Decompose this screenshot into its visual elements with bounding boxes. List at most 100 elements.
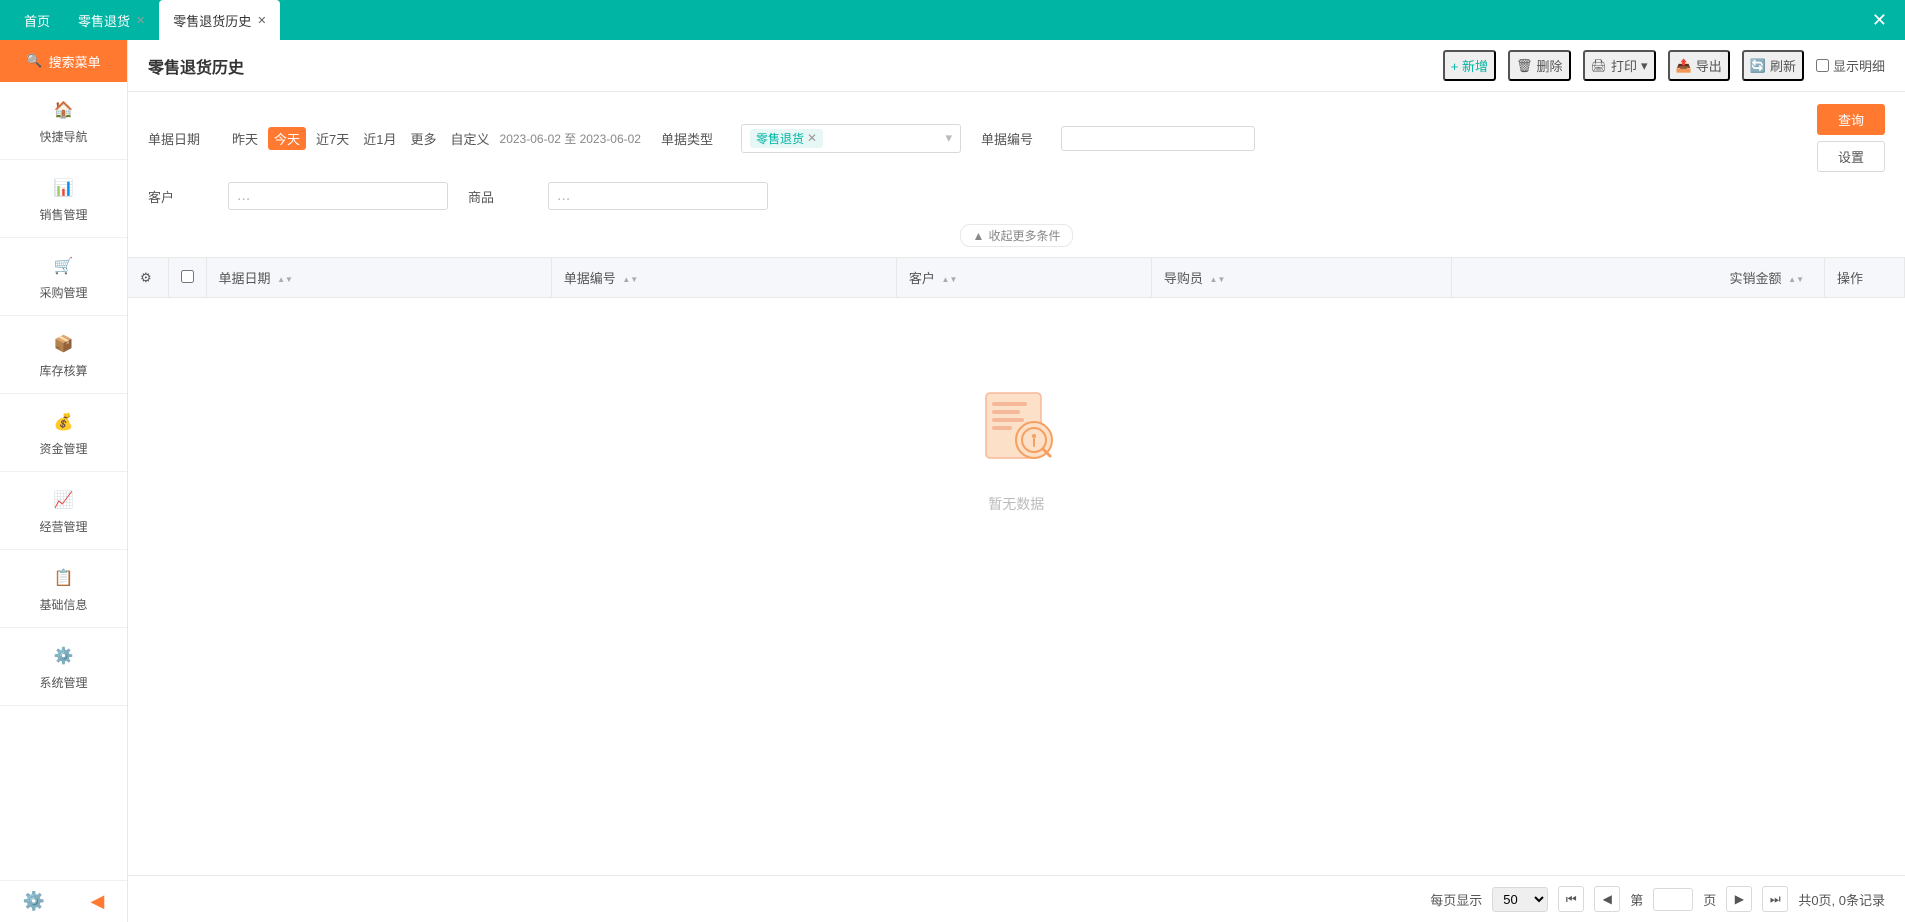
sidebar-item-label: 销售管理 bbox=[39, 206, 87, 223]
basic-info-icon: 📋 bbox=[50, 564, 78, 592]
date-option-today[interactable]: 今天 bbox=[268, 127, 306, 150]
sidebar-item-inventory[interactable]: 📦 库存核算 bbox=[0, 316, 127, 394]
type-filter-select[interactable]: 零售退货 ✕ ▾ bbox=[741, 124, 961, 153]
operations-icon: 📈 bbox=[50, 486, 78, 514]
settings-bottom-icon[interactable]: ⚙️ bbox=[23, 891, 45, 912]
th-actions: 操作 bbox=[1825, 258, 1905, 298]
sidebar-item-quick-nav[interactable]: 🏠 快捷导航 bbox=[0, 82, 127, 160]
refresh-icon: 🔄 bbox=[1750, 58, 1766, 74]
finance-icon: 💰 bbox=[50, 408, 78, 436]
data-table: ⚙ 单据日期 ▲▼ 单据编号 ▲▼ bbox=[128, 258, 1905, 594]
date-option-7days[interactable]: 近7天 bbox=[312, 127, 353, 150]
show-detail-checkbox[interactable] bbox=[1816, 59, 1829, 72]
page-size-select[interactable]: 20 50 100 200 bbox=[1492, 887, 1548, 912]
refresh-label: 刷新 bbox=[1770, 56, 1796, 75]
page-next-button[interactable]: ▶ bbox=[1726, 886, 1752, 912]
current-page-input[interactable]: 1 bbox=[1653, 888, 1693, 911]
sidebar-item-label: 基础信息 bbox=[39, 596, 87, 613]
tab-retail-return-history[interactable]: 零售退货历史 ✕ bbox=[159, 0, 280, 40]
sidebar-item-basic-info[interactable]: 📋 基础信息 bbox=[0, 550, 127, 628]
sidebar-search[interactable]: 🔍 搜索菜单 bbox=[0, 40, 127, 82]
page-header: 零售退货历史 + 新增 🗑 删除 🖨 打印 ▾ 📤 导出 🔄 bbox=[128, 40, 1905, 92]
table-header-row: ⚙ 单据日期 ▲▼ 单据编号 ▲▼ bbox=[128, 258, 1905, 298]
collapse-label: 收起更多条件 bbox=[988, 227, 1060, 244]
sidebar: 🔍 搜索菜单 🏠 快捷导航 📊 销售管理 🛒 采购管理 📦 库存核算 💰 资金管… bbox=[0, 40, 128, 922]
tab-retail-return-label: 零售退货 bbox=[78, 11, 130, 30]
delete-icon: 🗑 bbox=[1516, 58, 1533, 74]
date-option-more[interactable]: 更多 bbox=[407, 127, 441, 150]
tab-retail-return-history-close[interactable]: ✕ bbox=[257, 14, 266, 27]
select-all-checkbox[interactable] bbox=[181, 270, 194, 283]
goods-dots: ... bbox=[557, 187, 570, 205]
date-option-1month[interactable]: 近1月 bbox=[359, 127, 400, 150]
th-number[interactable]: 单据编号 ▲▼ bbox=[551, 258, 896, 298]
show-detail-checkbox-label[interactable]: 显示明细 bbox=[1816, 56, 1885, 75]
query-button[interactable]: 查询 bbox=[1817, 104, 1885, 135]
tab-retail-return-close[interactable]: ✕ bbox=[136, 14, 145, 27]
empty-state-cell: 暂无数据 bbox=[128, 298, 1905, 595]
window-close-button[interactable]: ✕ bbox=[1864, 10, 1895, 31]
empty-illustration bbox=[966, 378, 1066, 478]
th-guide-sort-icon: ▲▼ bbox=[1210, 276, 1226, 284]
new-button[interactable]: + 新增 bbox=[1443, 50, 1496, 81]
filter-row-2: 客户 ... 商品 ... bbox=[148, 182, 1885, 210]
collapse-sidebar-icon[interactable]: ◀ bbox=[90, 891, 104, 912]
tab-retail-return-history-label: 零售退货历史 bbox=[173, 11, 251, 30]
th-date-sort-icon: ▲▼ bbox=[277, 276, 293, 284]
export-button[interactable]: 📤 导出 bbox=[1668, 50, 1730, 81]
sidebar-item-sales-mgmt[interactable]: 📊 销售管理 bbox=[0, 160, 127, 238]
th-guide-label: 导购员 bbox=[1164, 271, 1203, 286]
th-amount-label: 实销金额 bbox=[1730, 271, 1782, 286]
type-tag-close-icon[interactable]: ✕ bbox=[807, 131, 817, 145]
export-icon: 📤 bbox=[1676, 58, 1692, 74]
page-first-button[interactable]: ⏮ bbox=[1558, 886, 1584, 912]
date-filter-group: 昨天 今天 近7天 近1月 更多 自定义 2023-06-02 至 2023-0… bbox=[228, 127, 641, 150]
sidebar-item-operations[interactable]: 📈 经营管理 bbox=[0, 472, 127, 550]
th-date[interactable]: 单据日期 ▲▼ bbox=[206, 258, 551, 298]
print-button[interactable]: 🖨 打印 ▾ bbox=[1583, 50, 1656, 81]
th-customer-label: 客户 bbox=[909, 271, 935, 286]
tab-retail-return[interactable]: 零售退货 ✕ bbox=[64, 0, 159, 40]
tab-home[interactable]: 首页 bbox=[10, 0, 64, 40]
tab-home-label: 首页 bbox=[24, 11, 50, 30]
table-body: 暂无数据 bbox=[128, 298, 1905, 595]
th-customer[interactable]: 客户 ▲▼ bbox=[896, 258, 1151, 298]
empty-state: 暂无数据 bbox=[128, 298, 1905, 594]
customer-filter-select[interactable]: ... bbox=[228, 182, 448, 210]
goods-filter-label: 商品 bbox=[468, 187, 528, 206]
sidebar-bottom: ⚙️ ◀ bbox=[0, 880, 127, 922]
top-tab-bar: 首页 零售退货 ✕ 零售退货历史 ✕ ✕ bbox=[0, 0, 1905, 40]
th-date-label: 单据日期 bbox=[219, 271, 271, 286]
delete-button[interactable]: 🗑 删除 bbox=[1508, 50, 1571, 81]
number-filter-input[interactable] bbox=[1061, 126, 1255, 151]
th-settings[interactable]: ⚙ bbox=[128, 258, 168, 298]
th-amount[interactable]: 实销金额 ▲▼ bbox=[1451, 258, 1824, 298]
delete-label: 删除 bbox=[1537, 56, 1563, 75]
empty-text: 暂无数据 bbox=[988, 494, 1044, 514]
collapse-button[interactable]: ▲ 收起更多条件 bbox=[960, 224, 1074, 247]
inventory-icon: 📦 bbox=[50, 330, 78, 358]
sidebar-item-purchase-mgmt[interactable]: 🛒 采购管理 bbox=[0, 238, 127, 316]
show-detail-label: 显示明细 bbox=[1833, 56, 1885, 75]
date-filter-label: 单据日期 bbox=[148, 129, 208, 148]
number-filter-label: 单据编号 bbox=[981, 129, 1041, 148]
sidebar-item-system-mgmt[interactable]: ⚙️ 系统管理 bbox=[0, 628, 127, 706]
type-filter-label: 单据类型 bbox=[661, 129, 721, 148]
sidebar-item-label: 资金管理 bbox=[39, 440, 87, 457]
print-dropdown-icon: ▾ bbox=[1641, 58, 1648, 74]
date-option-custom[interactable]: 自定义 bbox=[447, 127, 494, 150]
page-last-button[interactable]: ⏭ bbox=[1762, 886, 1788, 912]
date-option-yesterday[interactable]: 昨天 bbox=[228, 127, 262, 150]
th-checkbox[interactable] bbox=[168, 258, 206, 298]
column-settings-icon: ⚙ bbox=[140, 270, 152, 285]
system-mgmt-icon: ⚙️ bbox=[50, 642, 78, 670]
sidebar-item-finance[interactable]: 💰 资金管理 bbox=[0, 394, 127, 472]
filter-area: 单据日期 昨天 今天 近7天 近1月 更多 自定义 2023-06-02 至 2… bbox=[128, 92, 1905, 258]
page-prev-button[interactable]: ◀ bbox=[1594, 886, 1620, 912]
settings-button[interactable]: 设置 bbox=[1817, 141, 1885, 172]
export-label: 导出 bbox=[1696, 56, 1722, 75]
print-icon: 🖨 bbox=[1591, 58, 1608, 74]
th-guide[interactable]: 导购员 ▲▼ bbox=[1151, 258, 1451, 298]
goods-filter-select[interactable]: ... bbox=[548, 182, 768, 210]
refresh-button[interactable]: 🔄 刷新 bbox=[1742, 50, 1804, 81]
